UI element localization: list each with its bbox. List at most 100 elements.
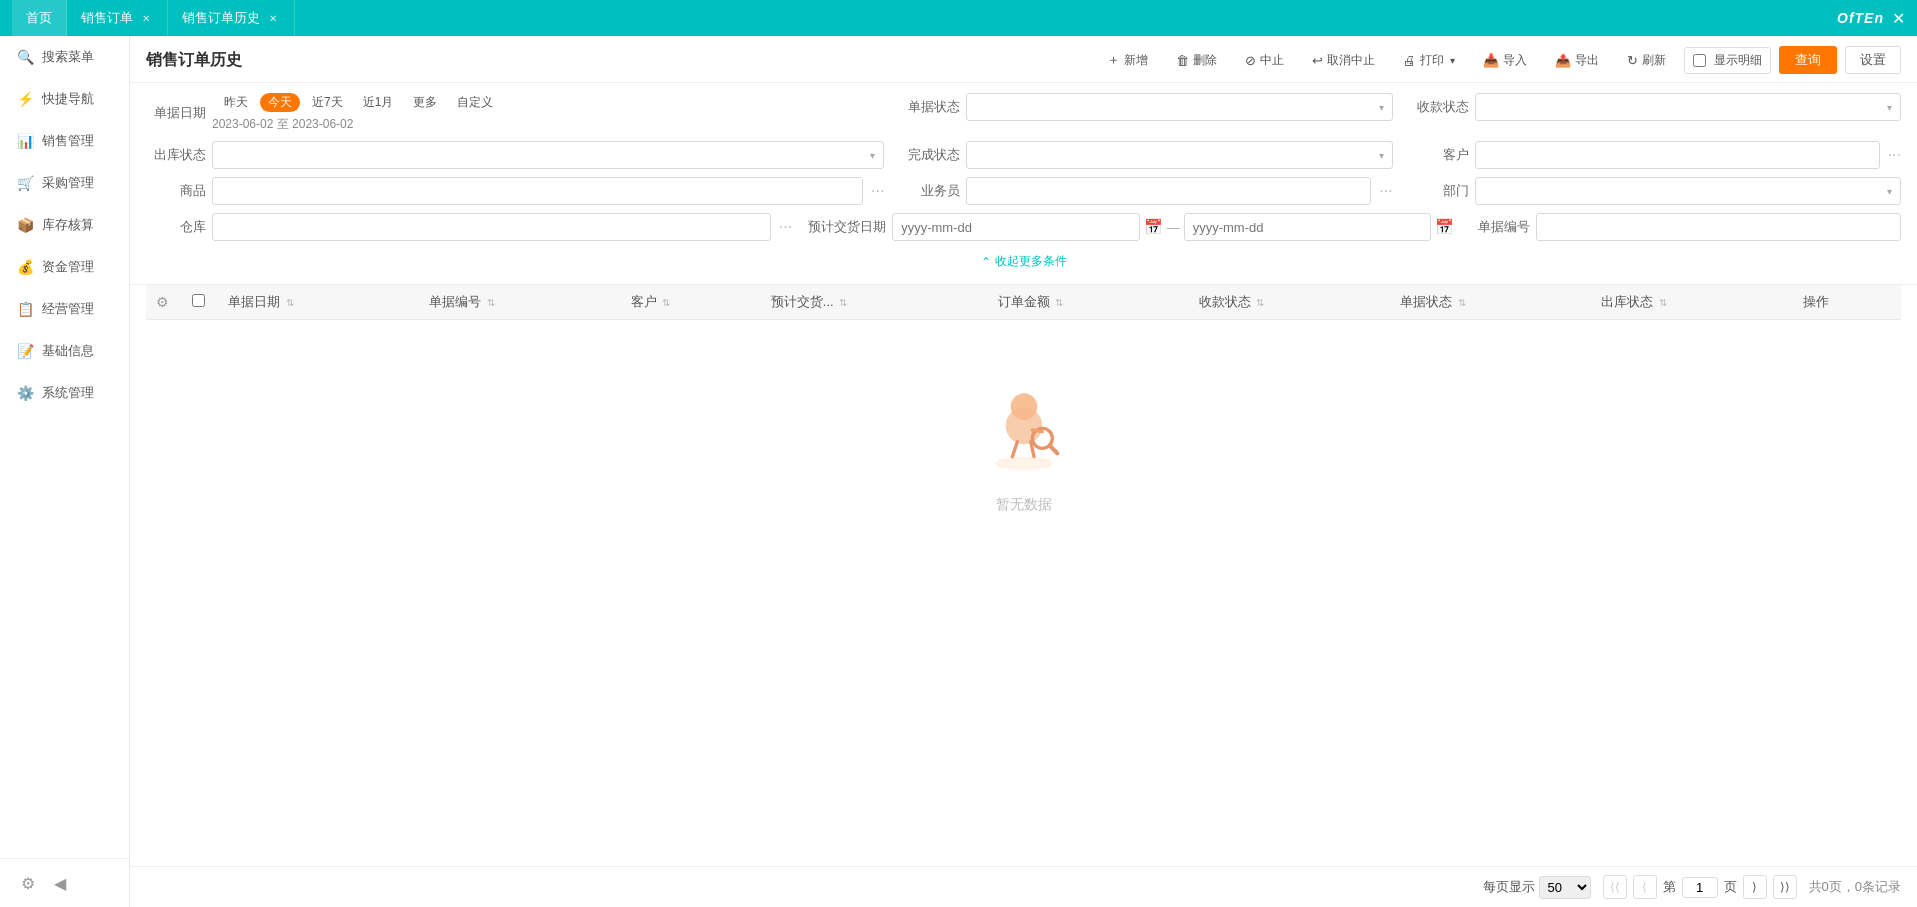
- prev-page-button[interactable]: ⟨: [1633, 875, 1657, 899]
- pill-7days[interactable]: 近7天: [304, 93, 351, 112]
- goods-more-icon[interactable]: ···: [871, 182, 884, 200]
- delivery-from-cal-icon[interactable]: 📅: [1144, 218, 1163, 236]
- warehouse-label: 仓库: [146, 218, 206, 236]
- th-doc-date-label: 单据日期: [228, 294, 280, 309]
- stop-button[interactable]: ⊘ 中止: [1235, 48, 1294, 73]
- sort-ship-status-icon[interactable]: ⇅: [1659, 297, 1667, 308]
- sidebar-item-search-menu[interactable]: 🔍 搜索菜单: [0, 36, 129, 78]
- delivery-date-from[interactable]: [892, 213, 1140, 241]
- filter-row-1: 单据日期 昨天 今天 近7天 近1月 更多 自定义 2023-06-02 至 2…: [146, 93, 1901, 133]
- filter-row-2: 出库状态 ▾ 完成状态 ▾ 客户 ···: [146, 141, 1901, 169]
- sort-customer-icon[interactable]: ⇅: [662, 297, 670, 308]
- ship-status-select[interactable]: ▾: [212, 141, 884, 169]
- show-detail-button[interactable]: 显示明细: [1684, 47, 1771, 74]
- customer-more-icon[interactable]: ···: [1888, 146, 1901, 164]
- select-all-checkbox[interactable]: [192, 294, 205, 307]
- sort-doc-status-icon[interactable]: ⇅: [1458, 297, 1466, 308]
- tab-sales-order-history-close[interactable]: ✕: [266, 11, 280, 25]
- per-page-label: 每页显示: [1483, 878, 1535, 896]
- ship-status-dropdown[interactable]: [221, 148, 875, 163]
- dept-select[interactable]: ▾: [1475, 177, 1901, 205]
- goods-input[interactable]: [212, 177, 863, 205]
- collapse-row[interactable]: ⌃ 收起更多条件: [146, 249, 1901, 274]
- pill-more[interactable]: 更多: [405, 93, 445, 112]
- th-order-amount: 订单金额 ⇅: [988, 285, 1189, 320]
- salesman-more-icon[interactable]: ···: [1379, 182, 1392, 200]
- pill-today[interactable]: 今天: [260, 93, 300, 112]
- next-page-button[interactable]: ⟩: [1743, 875, 1767, 899]
- pill-yesterday[interactable]: 昨天: [216, 93, 256, 112]
- delete-label: 删除: [1193, 52, 1217, 69]
- sales-mgmt-icon: 📊: [16, 132, 34, 150]
- pill-custom[interactable]: 自定义: [449, 93, 501, 112]
- sidebar-item-business-mgmt[interactable]: 📋 经营管理: [0, 288, 129, 330]
- customer-input[interactable]: [1475, 141, 1880, 169]
- refresh-button[interactable]: ↻ 刷新: [1617, 48, 1676, 73]
- current-page-input[interactable]: [1682, 877, 1718, 898]
- doc-status-dropdown[interactable]: [975, 100, 1383, 115]
- tab-sales-order-history[interactable]: 销售订单历史 ✕: [168, 0, 295, 36]
- sidebar-item-quick-nav[interactable]: ⚡ 快捷导航: [0, 78, 129, 120]
- warehouse-more-icon[interactable]: ···: [779, 218, 792, 236]
- sidebar-item-system-mgmt[interactable]: ⚙️ 系统管理: [0, 372, 129, 414]
- payment-status-dropdown[interactable]: [1484, 100, 1892, 115]
- expected-delivery-label: 预计交货日期: [808, 218, 886, 236]
- sidebar-item-sales-mgmt[interactable]: 📊 销售管理: [0, 120, 129, 162]
- sidebar-item-finance-mgmt[interactable]: 💰 资金管理: [0, 246, 129, 288]
- tab-home[interactable]: 首页: [12, 0, 67, 36]
- ship-status-label: 出库状态: [146, 146, 206, 164]
- complete-status-select[interactable]: ▾: [966, 141, 1392, 169]
- show-detail-checkbox[interactable]: [1693, 54, 1706, 67]
- cancel-stop-button[interactable]: ↩ 取消中止: [1302, 48, 1385, 73]
- topbar-close-icon[interactable]: ✕: [1892, 9, 1905, 28]
- sort-doc-no-icon[interactable]: ⇅: [487, 297, 495, 308]
- settings-button[interactable]: 设置: [1845, 46, 1901, 74]
- sort-order-amount-icon[interactable]: ⇅: [1055, 297, 1063, 308]
- sort-payment-status-icon[interactable]: ⇅: [1256, 297, 1264, 308]
- delivery-date-to[interactable]: [1184, 213, 1432, 241]
- doc-no-input[interactable]: [1536, 213, 1901, 241]
- print-button[interactable]: 🖨 打印: [1393, 48, 1465, 73]
- salesman-label: 业务员: [900, 182, 960, 200]
- import-button[interactable]: 📥 导入: [1473, 48, 1537, 73]
- first-page-button[interactable]: ⟨⟨: [1603, 875, 1627, 899]
- doc-status-select[interactable]: ▾: [966, 93, 1392, 121]
- sidebar-item-business-mgmt-label: 经营管理: [42, 300, 94, 318]
- th-ship-status-label: 出库状态: [1601, 294, 1653, 309]
- th-customer: 客户 ⇅: [621, 285, 761, 320]
- last-page-button[interactable]: ⟩⟩: [1773, 875, 1797, 899]
- sidebar-item-base-info[interactable]: 📝 基础信息: [0, 330, 129, 372]
- sidebar-item-system-mgmt-label: 系统管理: [42, 384, 94, 402]
- add-button[interactable]: ＋ 新增: [1097, 47, 1158, 73]
- query-button[interactable]: 查询: [1779, 46, 1837, 74]
- table-settings-button[interactable]: ⚙: [156, 294, 169, 310]
- export-button[interactable]: 📤 导出: [1545, 48, 1609, 73]
- sidebar-item-purchase-mgmt[interactable]: 🛒 采购管理: [0, 162, 129, 204]
- th-settings: ⚙: [146, 285, 182, 320]
- refresh-label: 刷新: [1642, 52, 1666, 69]
- tab-sales-order[interactable]: 销售订单 ✕: [67, 0, 168, 36]
- empty-text: 暂无数据: [996, 496, 1052, 514]
- per-page-dropdown[interactable]: 10 20 50 100: [1539, 876, 1591, 899]
- salesman-input[interactable]: [966, 177, 1371, 205]
- import-icon: 📥: [1483, 53, 1499, 68]
- sidebar-item-inventory-check[interactable]: 📦 库存核算: [0, 204, 129, 246]
- complete-status-dropdown[interactable]: [975, 148, 1383, 163]
- sidebar-collapse-icon[interactable]: ◀: [48, 871, 72, 895]
- finance-mgmt-icon: 💰: [16, 258, 34, 276]
- filter-area: 单据日期 昨天 今天 近7天 近1月 更多 自定义 2023-06-02 至 2…: [130, 83, 1917, 285]
- warehouse-input[interactable]: [212, 213, 771, 241]
- payment-status-select[interactable]: ▾: [1475, 93, 1901, 121]
- dept-dropdown[interactable]: [1484, 184, 1892, 199]
- tab-sales-order-close[interactable]: ✕: [139, 11, 153, 25]
- pill-1month[interactable]: 近1月: [355, 93, 402, 112]
- date-dash: —: [1167, 220, 1180, 235]
- delivery-to-cal-icon[interactable]: 📅: [1435, 218, 1454, 236]
- collapse-text: 收起更多条件: [995, 253, 1067, 270]
- delete-icon: 🗑: [1176, 53, 1189, 68]
- sort-expected-delivery-icon[interactable]: ⇅: [839, 297, 847, 308]
- sort-doc-date-icon[interactable]: ⇅: [286, 297, 294, 308]
- delete-button[interactable]: 🗑 删除: [1166, 48, 1227, 73]
- brand-label: OfTEn: [1837, 10, 1884, 26]
- sidebar-settings-icon[interactable]: ⚙: [16, 871, 40, 895]
